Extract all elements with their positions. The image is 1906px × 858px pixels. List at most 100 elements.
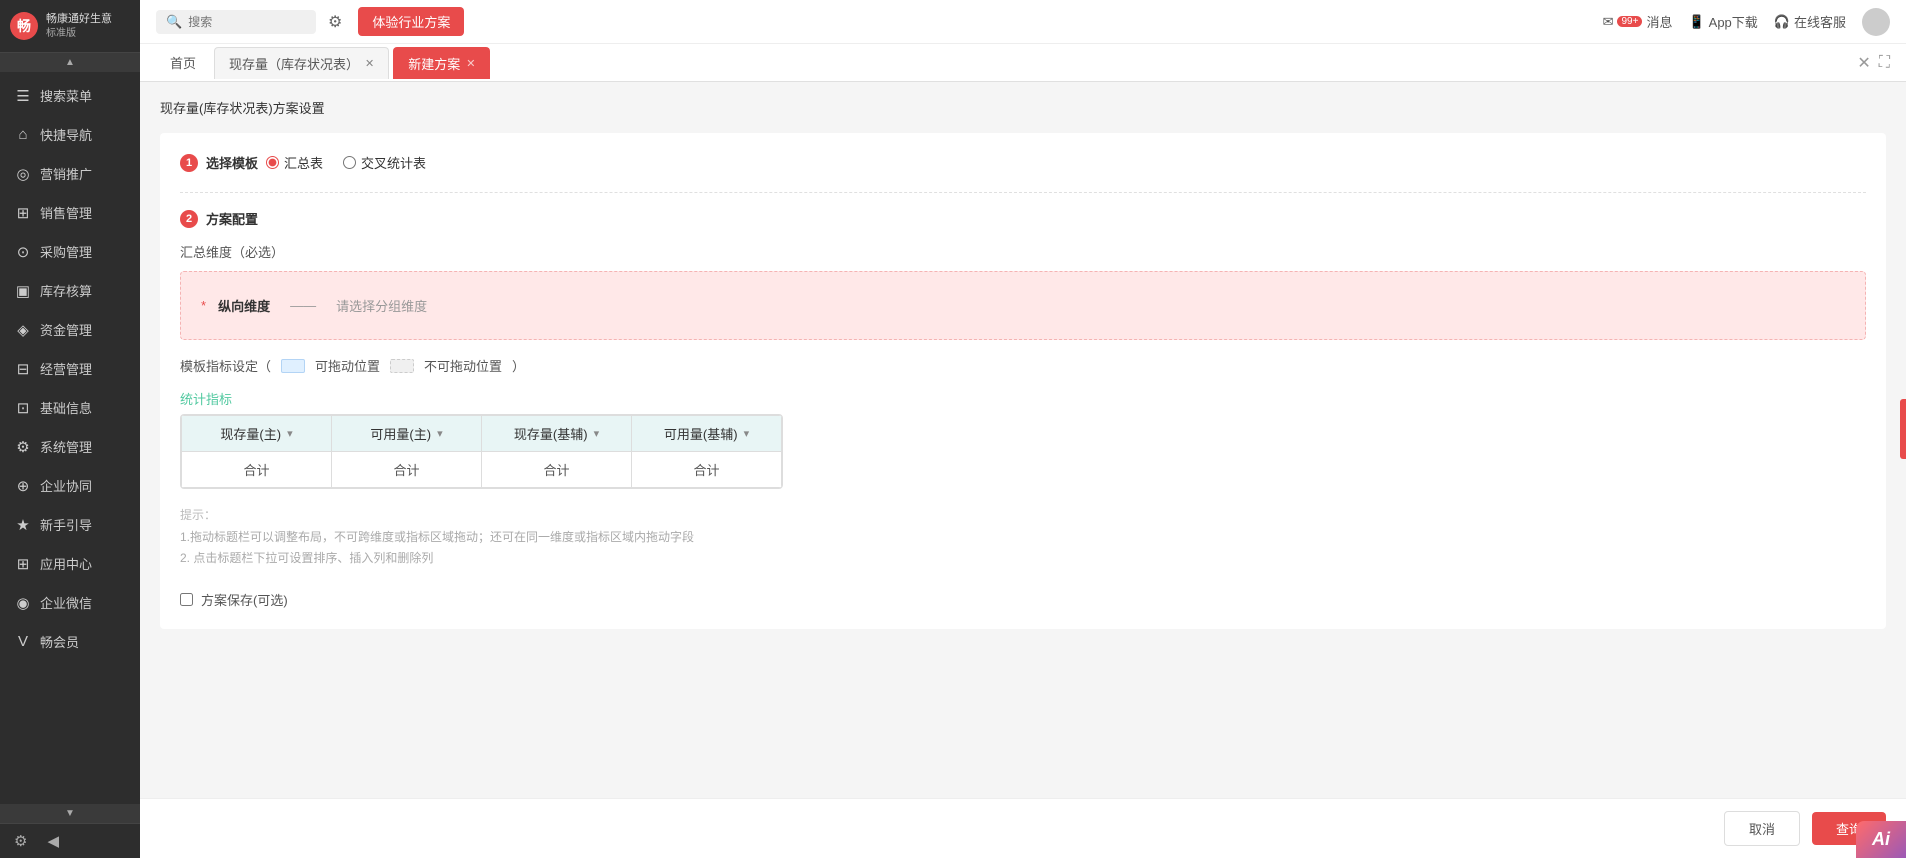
topbar-gear-icon[interactable]: ⚙ (328, 12, 342, 32)
col1-chevron: ▾ (437, 427, 443, 440)
search-icon: 🔍 (166, 14, 182, 30)
sidebar-item-search[interactable]: ☰ 搜索菜单 (0, 76, 140, 115)
bottom-bar: 取消 查询 (140, 798, 1906, 858)
resize-handle[interactable] (1900, 399, 1906, 459)
cancel-button[interactable]: 取消 (1724, 811, 1800, 846)
tip-item-0: 1.拖动标题栏可以调整布局，不可跨维度或指标区域拖动；还可在同一维度或指标区域内… (180, 527, 1866, 549)
summary-dimension-label: 汇总维度（必选） (180, 242, 1866, 261)
col-available-main[interactable]: 可用量(主) ▾ (332, 416, 482, 452)
content-area: 现存量(库存状况表)方案设置 1 选择模板 汇总表 交叉统计表 (140, 82, 1906, 798)
sidebar-item-purchase[interactable]: ⊙ 采购管理 (0, 232, 140, 271)
inventory-icon: ▣ (14, 282, 32, 300)
search-box[interactable]: 🔍 (156, 10, 316, 34)
settings-icon[interactable]: ⚙ (14, 832, 27, 850)
table-header-row: 现存量(主) ▾ 可用量(主) ▾ (182, 416, 782, 452)
not-draggable-tag (390, 359, 414, 373)
sidebar-logo: 畅 畅康通好生意 标准版 (0, 0, 140, 53)
step1-section: 1 选择模板 汇总表 交叉统计表 (180, 153, 1866, 172)
basicinfo-icon: ⊡ (14, 399, 32, 417)
collaboration-icon: ⊕ (14, 477, 32, 495)
trial-industry-btn[interactable]: 体验行业方案 (358, 7, 464, 36)
cell-0-3: 合计 (632, 452, 782, 488)
app-download-link[interactable]: 📱 App下载 (1688, 12, 1757, 31)
col0-chevron: ▾ (287, 427, 293, 440)
logo-icon: 畅 (10, 12, 38, 40)
radio-summary-table[interactable]: 汇总表 (266, 153, 323, 172)
sidebar-item-operations[interactable]: ⊟ 经营管理 (0, 349, 140, 388)
tab-expand-icon[interactable]: ⛶ (1879, 54, 1890, 72)
tips-section: 提示： 1.拖动标题栏可以调整布局，不可跨维度或指标区域拖动；还可在同一维度或指… (180, 505, 1866, 570)
dimension-area[interactable]: * 纵向维度 —— 请选择分组维度 (180, 271, 1866, 340)
sidebar-item-system[interactable]: ⚙ 系统管理 (0, 427, 140, 466)
indicator-settings-row: 模板指标设定（ 可拖动位置 不可拖动位置 ） (180, 356, 1866, 375)
dimension-placeholder: 请选择分组维度 (336, 296, 427, 315)
step2-title: 方案配置 (206, 209, 258, 228)
message-label: 消息 (1646, 12, 1672, 31)
sidebar-item-marketing[interactable]: ◎ 营销推广 (0, 154, 140, 193)
message-badge[interactable]: ✉ 99+ 消息 (1603, 12, 1673, 31)
message-count: 99+ (1617, 16, 1642, 27)
search-menu-icon: ☰ (14, 87, 32, 105)
tab-minimize-icon[interactable]: ✕ (1857, 53, 1870, 73)
sidebar-item-collaboration[interactable]: ⊕ 企业协同 (0, 466, 140, 505)
phone-icon: 📱 (1688, 14, 1704, 30)
sidebar-item-wechat[interactable]: ◉ 企业微信 (0, 583, 140, 622)
user-avatar[interactable] (1862, 8, 1890, 36)
finance-icon: ◈ (14, 321, 32, 339)
cell-0-2: 合计 (482, 452, 632, 488)
sidebar-item-basicinfo[interactable]: ⊡ 基础信息 (0, 388, 140, 427)
required-mark: * (201, 298, 206, 313)
sidebar-item-quicknav[interactable]: ⌂ 快捷导航 (0, 115, 140, 154)
draggable-tag (281, 359, 305, 373)
sidebar-item-appstore[interactable]: ⊞ 应用中心 (0, 544, 140, 583)
wechat-icon: ◉ (14, 594, 32, 612)
not-draggable-label: 不可拖动位置 (424, 356, 502, 375)
main-panel: 1 选择模板 汇总表 交叉统计表 (160, 133, 1886, 629)
headset-icon: 🎧 (1774, 14, 1790, 30)
member-icon: V (14, 633, 32, 650)
col-available-aux[interactable]: 可用量(基辅) ▾ (632, 416, 782, 452)
sidebar-scroll-down[interactable]: ▼ (0, 804, 140, 823)
tab-inventory-label: 现存量（库存状况表） (229, 54, 359, 73)
save-plan-label: 方案保存(可选) (201, 590, 288, 609)
collapse-icon[interactable]: ◀ (47, 832, 59, 850)
online-service-link[interactable]: 🎧 在线客服 (1774, 12, 1846, 31)
sidebar-nav: ☰ 搜索菜单 ⌂ 快捷导航 ◎ 营销推广 ⊞ 销售管理 ⊙ 采购管理 ▣ 库存核… (0, 72, 140, 804)
tab-home[interactable]: 首页 (156, 47, 210, 78)
cell-0-1: 合计 (332, 452, 482, 488)
system-icon: ⚙ (14, 438, 32, 456)
dimension-dash: —— (290, 298, 316, 313)
tab-new-plan[interactable]: 新建方案 ✕ (393, 47, 490, 79)
stats-table-container: 现存量(主) ▾ 可用量(主) ▾ (180, 414, 783, 489)
tip-item-1: 2. 点击标题栏下拉可设置排序、插入列和删除列 (180, 548, 1866, 570)
sidebar-item-sales[interactable]: ⊞ 销售管理 (0, 193, 140, 232)
table-data-row: 合计 合计 合计 合计 (182, 452, 782, 488)
sidebar-bottom: ⚙ ◀ (0, 823, 140, 858)
col-current-stock-aux[interactable]: 现存量(基辅) ▾ (482, 416, 632, 452)
tab-inventory[interactable]: 现存量（库存状况表） ✕ (214, 47, 389, 79)
sidebar-item-newguide[interactable]: ★ 新手引导 (0, 505, 140, 544)
search-input[interactable] (188, 15, 288, 29)
newguide-icon: ★ (14, 516, 32, 534)
tab-new-plan-close[interactable]: ✕ (466, 57, 475, 70)
radio-crosstab[interactable]: 交叉统计表 (343, 153, 426, 172)
sidebar-item-finance[interactable]: ◈ 资金管理 (0, 310, 140, 349)
sidebar-item-inventory[interactable]: ▣ 库存核算 (0, 271, 140, 310)
cell-0-0: 合计 (182, 452, 332, 488)
col-current-stock-main[interactable]: 现存量(主) ▾ (182, 416, 332, 452)
stats-table: 现存量(主) ▾ 可用量(主) ▾ (181, 415, 782, 488)
main-area: 🔍 ⚙ 体验行业方案 ✉ 99+ 消息 📱 App下载 🎧 在线客服 首页 (140, 0, 1906, 858)
sidebar: 畅 畅康通好生意 标准版 ▲ ☰ 搜索菜单 ⌂ 快捷导航 ◎ 营销推广 ⊞ 销售… (0, 0, 140, 858)
ai-badge[interactable]: Ai (1856, 821, 1906, 858)
tab-inventory-close[interactable]: ✕ (365, 57, 374, 70)
sidebar-scroll-up[interactable]: ▲ (0, 53, 140, 72)
tab-new-plan-label: 新建方案 (408, 54, 460, 73)
sidebar-item-member[interactable]: V 畅会员 (0, 622, 140, 661)
draggable-label: 可拖动位置 (315, 356, 380, 375)
step2-header: 2 方案配置 (180, 209, 1866, 228)
step1-badge: 1 (180, 154, 198, 172)
save-plan-checkbox[interactable] (180, 593, 193, 606)
sales-icon: ⊞ (14, 204, 32, 222)
template-radio-group: 汇总表 交叉统计表 (266, 153, 426, 172)
home-icon: ⌂ (14, 126, 32, 143)
